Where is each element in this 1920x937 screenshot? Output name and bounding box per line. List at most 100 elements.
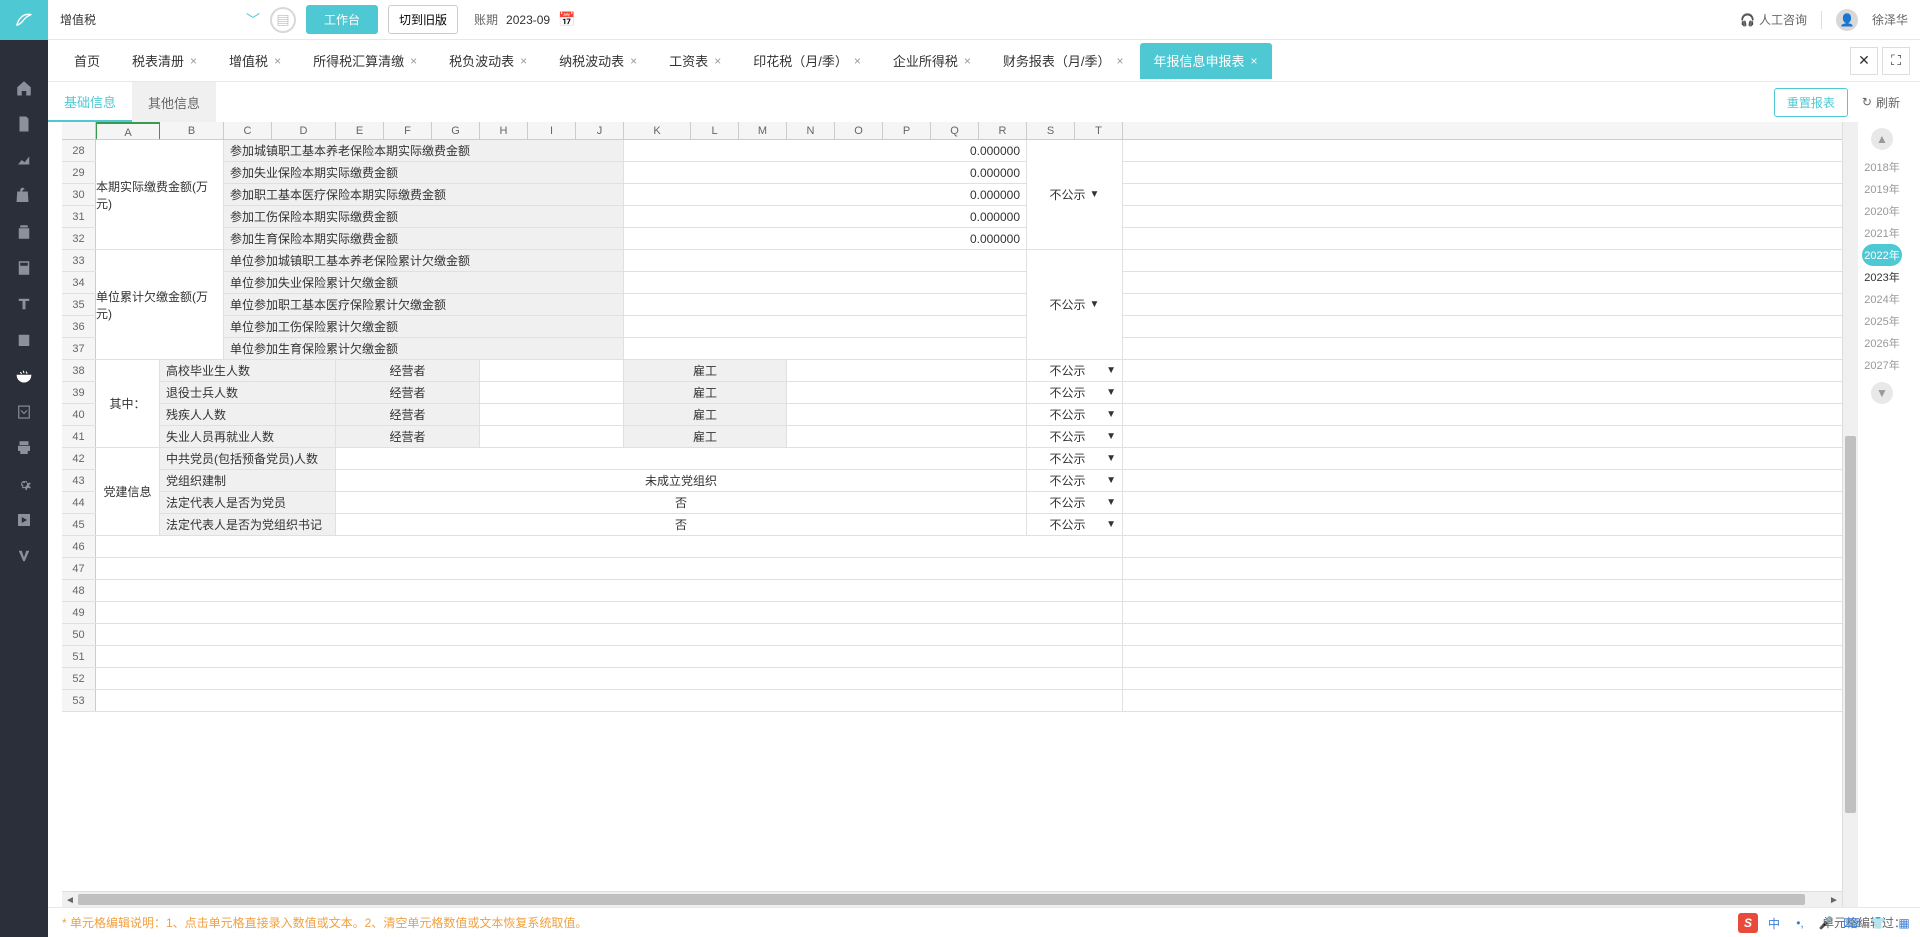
tab-首页[interactable]: 首页 — [58, 40, 116, 82]
cell-val2[interactable] — [787, 404, 1027, 425]
empty-cell[interactable] — [96, 690, 1123, 711]
empty-cell[interactable] — [96, 602, 1123, 623]
year-2018年[interactable]: 2018年 — [1862, 156, 1902, 178]
row-header-40[interactable]: 40 — [62, 404, 96, 425]
cell-label[interactable]: 单位参加工伤保险累计欠缴金额 — [224, 316, 624, 337]
spreadsheet-grid[interactable]: 28参加城镇职工基本养老保险本期实际缴费金额0.00000029参加失业保险本期… — [62, 140, 1842, 889]
ime-grid-icon[interactable]: ▦ — [1894, 913, 1914, 933]
cell-val1[interactable] — [480, 426, 624, 447]
merged-section2-title[interactable]: 单位累计欠缴金额(万元) — [96, 250, 224, 360]
cell-value[interactable] — [624, 316, 1027, 337]
tab-税负波动表[interactable]: 税负波动表× — [433, 40, 543, 82]
empty-cell[interactable] — [96, 536, 1123, 557]
col-header-L[interactable]: L — [691, 122, 739, 139]
cell-value[interactable] — [624, 294, 1027, 315]
tab-close-icon[interactable]: × — [630, 54, 637, 68]
col-header-G[interactable]: G — [432, 122, 480, 139]
ime-shirt-icon[interactable]: 👕 — [1868, 913, 1888, 933]
col-header-H[interactable]: H — [480, 122, 528, 139]
nav-clipboard-icon[interactable] — [0, 214, 48, 250]
col-header-A[interactable]: A — [96, 122, 160, 139]
nav-chart-icon[interactable] — [0, 142, 48, 178]
col-header-K[interactable]: K — [624, 122, 691, 139]
tab-纳税波动表[interactable]: 纳税波动表× — [543, 40, 653, 82]
nav-return-icon[interactable] — [0, 394, 48, 430]
year-down-button[interactable]: ▼ — [1871, 382, 1893, 404]
cell-value[interactable] — [336, 448, 1027, 469]
reset-button[interactable]: 重置报表 — [1774, 88, 1848, 117]
tab-expand-button[interactable]: ⛶ — [1882, 47, 1910, 75]
row-header-39[interactable]: 39 — [62, 382, 96, 403]
merged-section3-title[interactable]: 其中： — [96, 360, 160, 448]
switch-old-button[interactable]: 切到旧版 — [388, 5, 458, 34]
tab-close-icon[interactable]: × — [714, 54, 721, 68]
col-header-E[interactable]: E — [336, 122, 384, 139]
tab-close-all-button[interactable]: ✕ — [1850, 47, 1878, 75]
ime-zhong-icon[interactable]: 中 — [1764, 913, 1784, 933]
cell-disclosure[interactable]: 不公示▼ — [1027, 382, 1123, 403]
row-header-43[interactable]: 43 — [62, 470, 96, 491]
tab-税表清册[interactable]: 税表清册× — [116, 40, 213, 82]
cell-value[interactable] — [624, 272, 1027, 293]
cell-value[interactable]: 0.000000 — [624, 162, 1027, 183]
nav-gear-icon[interactable] — [0, 466, 48, 502]
app-logo[interactable] — [0, 0, 48, 40]
cell-label[interactable]: 残疾人人数 — [160, 404, 336, 425]
row-header-41[interactable]: 41 — [62, 426, 96, 447]
tax-type-dropdown[interactable]: 增值税 ﹀ — [60, 10, 260, 30]
cell-value[interactable]: 0.000000 — [624, 206, 1027, 227]
merged-section4-title[interactable]: 党建信息 — [96, 448, 160, 536]
tab-年报信息申报表[interactable]: 年报信息申报表× — [1140, 43, 1272, 79]
row-header-46[interactable]: 46 — [62, 536, 96, 557]
tab-增值税[interactable]: 增值税× — [213, 40, 297, 82]
nav-v-icon[interactable] — [0, 538, 48, 574]
row-header-49[interactable]: 49 — [62, 602, 96, 623]
tab-close-icon[interactable]: × — [964, 54, 971, 68]
tab-工资表[interactable]: 工资表× — [653, 40, 737, 82]
row-header-29[interactable]: 29 — [62, 162, 96, 183]
tab-close-icon[interactable]: × — [1117, 54, 1124, 68]
cell-val1[interactable] — [480, 360, 624, 381]
cell-value[interactable]: 0.000000 — [624, 184, 1027, 205]
empty-cell[interactable] — [96, 558, 1123, 579]
cell-val1[interactable] — [480, 404, 624, 425]
nav-home-icon[interactable] — [0, 70, 48, 106]
grid-corner[interactable] — [62, 122, 96, 139]
nav-bowl-icon[interactable] — [0, 358, 48, 394]
col-header-M[interactable]: M — [739, 122, 787, 139]
row-header-35[interactable]: 35 — [62, 294, 96, 315]
cell-value[interactable] — [624, 250, 1027, 271]
cell-label[interactable]: 参加生育保险本期实际缴费金额 — [224, 228, 624, 249]
year-2021年[interactable]: 2021年 — [1862, 222, 1902, 244]
ime-keyboard-icon[interactable]: ⌨ — [1842, 913, 1862, 933]
cell-val1[interactable] — [480, 382, 624, 403]
col-header-F[interactable]: F — [384, 122, 432, 139]
subtab-basic[interactable]: 基础信息 — [48, 82, 132, 122]
nav-date-icon[interactable] — [0, 322, 48, 358]
empty-cell[interactable] — [96, 580, 1123, 601]
row-header-38[interactable]: 38 — [62, 360, 96, 381]
cell-op1[interactable]: 经营者 — [336, 426, 480, 447]
row-header-31[interactable]: 31 — [62, 206, 96, 227]
cell-val2[interactable] — [787, 426, 1027, 447]
col-header-R[interactable]: R — [979, 122, 1027, 139]
year-2027年[interactable]: 2027年 — [1862, 354, 1902, 376]
horizontal-scrollbar[interactable]: ◄ ► — [62, 891, 1842, 907]
empty-cell[interactable] — [96, 646, 1123, 667]
row-header-52[interactable]: 52 — [62, 668, 96, 689]
tab-close-icon[interactable]: × — [854, 54, 861, 68]
tab-close-icon[interactable]: × — [274, 54, 281, 68]
year-up-button[interactable]: ▲ — [1871, 128, 1893, 150]
col-header-S[interactable]: S — [1027, 122, 1075, 139]
cell-op2[interactable]: 雇工 — [624, 382, 787, 403]
year-2024年[interactable]: 2024年 — [1862, 288, 1902, 310]
year-2020年[interactable]: 2020年 — [1862, 200, 1902, 222]
cell-value[interactable]: 否▼ — [336, 514, 1027, 535]
col-header-T[interactable]: T — [1075, 122, 1123, 139]
tab-企业所得税[interactable]: 企业所得税× — [877, 40, 987, 82]
empty-cell[interactable] — [96, 624, 1123, 645]
cell-value[interactable]: 0.000000 — [624, 140, 1027, 161]
merged-section2-disclosure[interactable]: 不公示▼ — [1027, 250, 1123, 360]
tab-close-icon[interactable]: × — [1251, 54, 1258, 68]
cell-value[interactable] — [624, 338, 1027, 359]
